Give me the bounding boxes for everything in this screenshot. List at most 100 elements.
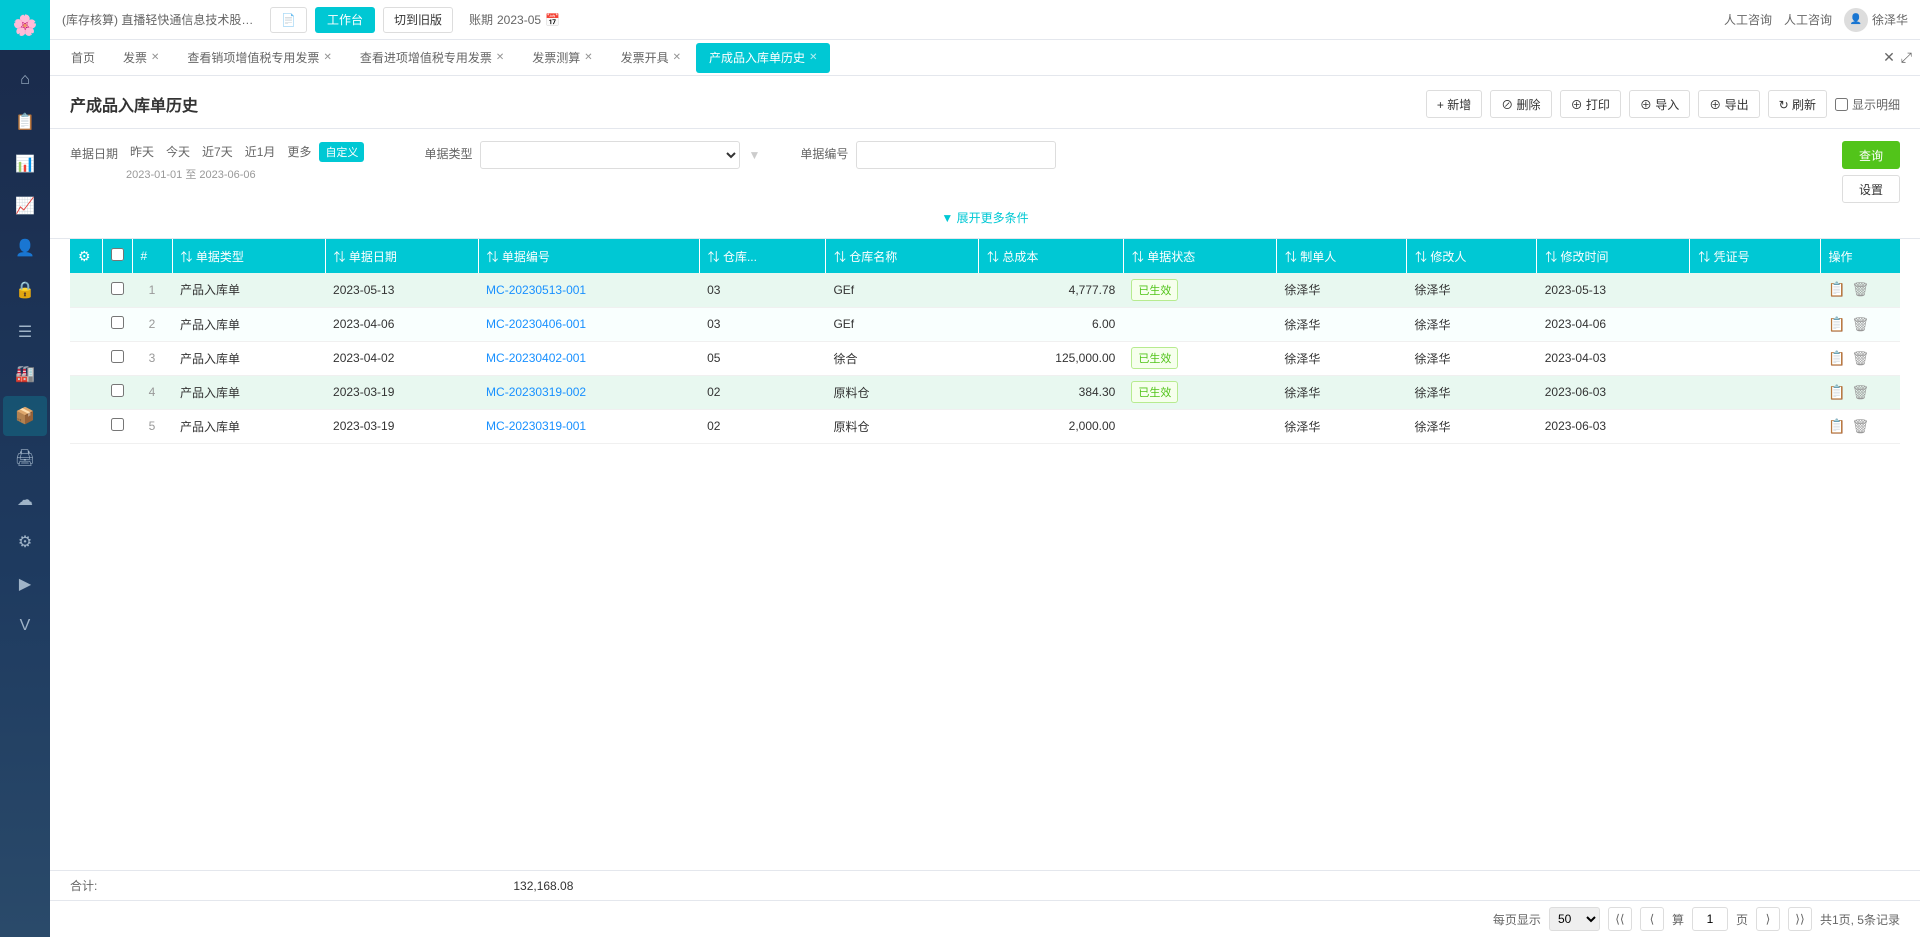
row-checkbox[interactable] — [111, 350, 124, 363]
prev-page-btn[interactable]: ⟨ — [1640, 907, 1664, 931]
row-edit-icon[interactable]: 📋 — [1828, 384, 1845, 401]
tab-open-close[interactable]: ✕ — [673, 52, 681, 63]
row-edit-icon[interactable]: 📋 — [1828, 350, 1845, 367]
row-number-link[interactable]: MC-20230319-002 — [486, 385, 586, 399]
expand-more[interactable]: ▼ 展开更多条件 — [70, 203, 1900, 226]
sidebar-item-list[interactable]: ☰ — [3, 312, 47, 352]
row-delete-icon[interactable]: 🗑 — [1851, 418, 1869, 435]
expand-icon[interactable]: ⤢ — [1901, 49, 1912, 66]
export-button[interactable]: ⊕ 导出 — [1698, 90, 1759, 118]
filter-number-input[interactable] — [856, 141, 1056, 169]
tab-check-output-close[interactable]: ✕ — [323, 52, 331, 63]
row-delete-icon[interactable]: 🗑 — [1851, 316, 1869, 333]
tab-invoice[interactable]: 发票 ✕ — [110, 43, 172, 73]
col-settings-btn[interactable]: ⚙ — [78, 248, 91, 265]
data-table: ⚙ # ⇅ 单据类型 ⇅ 单据日期 — [70, 239, 1900, 444]
sidebar-item-warehouse[interactable]: 🏭 — [3, 354, 47, 394]
support-link[interactable]: 人工咨询 — [1724, 11, 1772, 28]
refresh-button[interactable]: ↻ 刷新 — [1768, 90, 1827, 118]
row-checkbox[interactable] — [111, 384, 124, 397]
app-logo[interactable]: 🌸 — [0, 0, 50, 50]
sidebar-item-home[interactable]: ⌂ — [3, 60, 47, 100]
row-delete-icon[interactable]: 🗑 — [1851, 384, 1869, 401]
tab-check-output[interactable]: 查看销项增值税专用发票 ✕ — [174, 43, 344, 73]
support-text[interactable]: 人工咨询 — [1784, 11, 1832, 28]
tab-product-history-close[interactable]: ✕ — [809, 52, 817, 63]
row-number-link[interactable]: MC-20230406-001 — [486, 317, 586, 331]
col-date[interactable]: ⇅ 单据日期 — [325, 239, 478, 273]
per-page-select[interactable]: 50 100 — [1549, 907, 1600, 931]
user-info[interactable]: 👤 徐泽华 — [1844, 8, 1908, 32]
col-warehouse-name[interactable]: ⇅ 仓库名称 — [825, 239, 978, 273]
sidebar-item-chart[interactable]: 📊 — [3, 144, 47, 184]
sidebar-item-settings[interactable]: ⚙ — [3, 522, 47, 562]
select-all-checkbox[interactable] — [111, 248, 124, 261]
sidebar-item-doc[interactable]: 📋 — [3, 102, 47, 142]
col-voucher[interactable]: ⇅ 凭证号 — [1690, 239, 1820, 273]
col-settings[interactable]: ⚙ — [70, 239, 102, 273]
calendar-icon[interactable]: 📅 — [545, 13, 560, 27]
col-status[interactable]: ⇅ 单据状态 — [1123, 239, 1276, 273]
shortcut-7days[interactable]: 近7天 — [198, 141, 237, 162]
row-edit-icon[interactable]: 📋 — [1828, 418, 1845, 435]
sidebar-item-user[interactable]: 👤 — [3, 228, 47, 268]
tab-home[interactable]: 首页 — [58, 43, 108, 73]
shortcut-1month[interactable]: 近1月 — [241, 141, 280, 162]
print-button[interactable]: ⊕ 打印 — [1560, 90, 1621, 118]
row-delete-icon[interactable]: 🗑 — [1851, 281, 1869, 298]
setting-button[interactable]: 设置 — [1842, 175, 1900, 203]
col-type[interactable]: ⇅ 单据类型 — [172, 239, 325, 273]
tab-invoice-close[interactable]: ✕ — [151, 52, 159, 63]
switch-btn[interactable]: 切到旧版 — [383, 7, 453, 33]
row-delete-icon[interactable]: 🗑 — [1851, 350, 1869, 367]
next-page-btn[interactable]: ⟩ — [1756, 907, 1780, 931]
sidebar-item-inventory[interactable]: 📦 — [3, 396, 47, 436]
row-checkbox[interactable] — [111, 316, 124, 329]
row-number-link[interactable]: MC-20230319-001 — [486, 419, 586, 433]
tab-open[interactable]: 发票开具 ✕ — [608, 43, 694, 73]
col-total-cost[interactable]: ⇅ 总成本 — [978, 239, 1123, 273]
row-number-link[interactable]: MC-20230402-001 — [486, 351, 586, 365]
close-all-icon[interactable]: ✕ — [1883, 49, 1895, 66]
tabbar: 首页 发票 ✕ 查看销项增值税专用发票 ✕ 查看进项增值税专用发票 ✕ 发票测算… — [50, 40, 1920, 76]
col-warehouse-code[interactable]: ⇅ 仓库... — [699, 239, 825, 273]
import-button[interactable]: ⊕ 导入 — [1629, 90, 1690, 118]
doc-btn[interactable]: 📄 — [270, 7, 307, 33]
shortcut-yesterday[interactable]: 昨天 — [126, 141, 158, 162]
shortcut-more[interactable]: 更多 — [283, 141, 315, 162]
sidebar-item-cloud[interactable]: ☁ — [3, 480, 47, 520]
sidebar-item-stamp[interactable]: 🖨 — [3, 438, 47, 478]
col-modifier[interactable]: ⇅ 修改人 — [1407, 239, 1537, 273]
tab-check-input[interactable]: 查看进项增值税专用发票 ✕ — [347, 43, 517, 73]
query-button[interactable]: 查询 — [1842, 141, 1900, 169]
tab-calc-close[interactable]: ✕ — [584, 52, 592, 63]
row-edit-icon[interactable]: 📋 — [1828, 281, 1845, 298]
delete-button[interactable]: ⊘ 删除 — [1490, 90, 1551, 118]
sidebar-item-lock[interactable]: 🔒 — [3, 270, 47, 310]
new-button[interactable]: + 新增 — [1426, 90, 1482, 118]
col-creator[interactable]: ⇅ 制单人 — [1276, 239, 1406, 273]
shortcut-today[interactable]: 今天 — [162, 141, 194, 162]
filter-type-label: 单据类型 — [424, 141, 472, 162]
tab-product-history[interactable]: 产成品入库单历史 ✕ — [696, 43, 830, 73]
page-input[interactable] — [1692, 907, 1728, 931]
first-page-btn[interactable]: ⟨⟨ — [1608, 907, 1632, 931]
table-area: ⚙ # ⇅ 单据类型 ⇅ 单据日期 — [50, 239, 1920, 870]
col-number[interactable]: ⇅ 单据编号 — [478, 239, 699, 273]
sidebar-item-version[interactable]: V — [3, 606, 47, 646]
last-page-btn[interactable]: ⟩⟩ — [1788, 907, 1812, 931]
tab-check-input-close[interactable]: ✕ — [496, 52, 504, 63]
row-checkbox[interactable] — [111, 282, 124, 295]
workbench-btn[interactable]: 工作台 — [315, 7, 375, 33]
col-modify-time[interactable]: ⇅ 修改时间 — [1537, 239, 1690, 273]
row-number-link[interactable]: MC-20230513-001 — [486, 283, 586, 297]
filter-type-select[interactable] — [480, 141, 740, 169]
row-checkbox[interactable] — [111, 418, 124, 431]
tab-calc[interactable]: 发票测算 ✕ — [519, 43, 605, 73]
display-detail-checkbox[interactable] — [1835, 98, 1848, 111]
sidebar-item-analytics[interactable]: 📈 — [3, 186, 47, 226]
shortcut-custom[interactable]: 自定义 — [319, 142, 364, 162]
display-detail-label[interactable]: 显示明细 — [1852, 96, 1900, 113]
sidebar-item-video[interactable]: ▶ — [3, 564, 47, 604]
row-edit-icon[interactable]: 📋 — [1828, 316, 1845, 333]
